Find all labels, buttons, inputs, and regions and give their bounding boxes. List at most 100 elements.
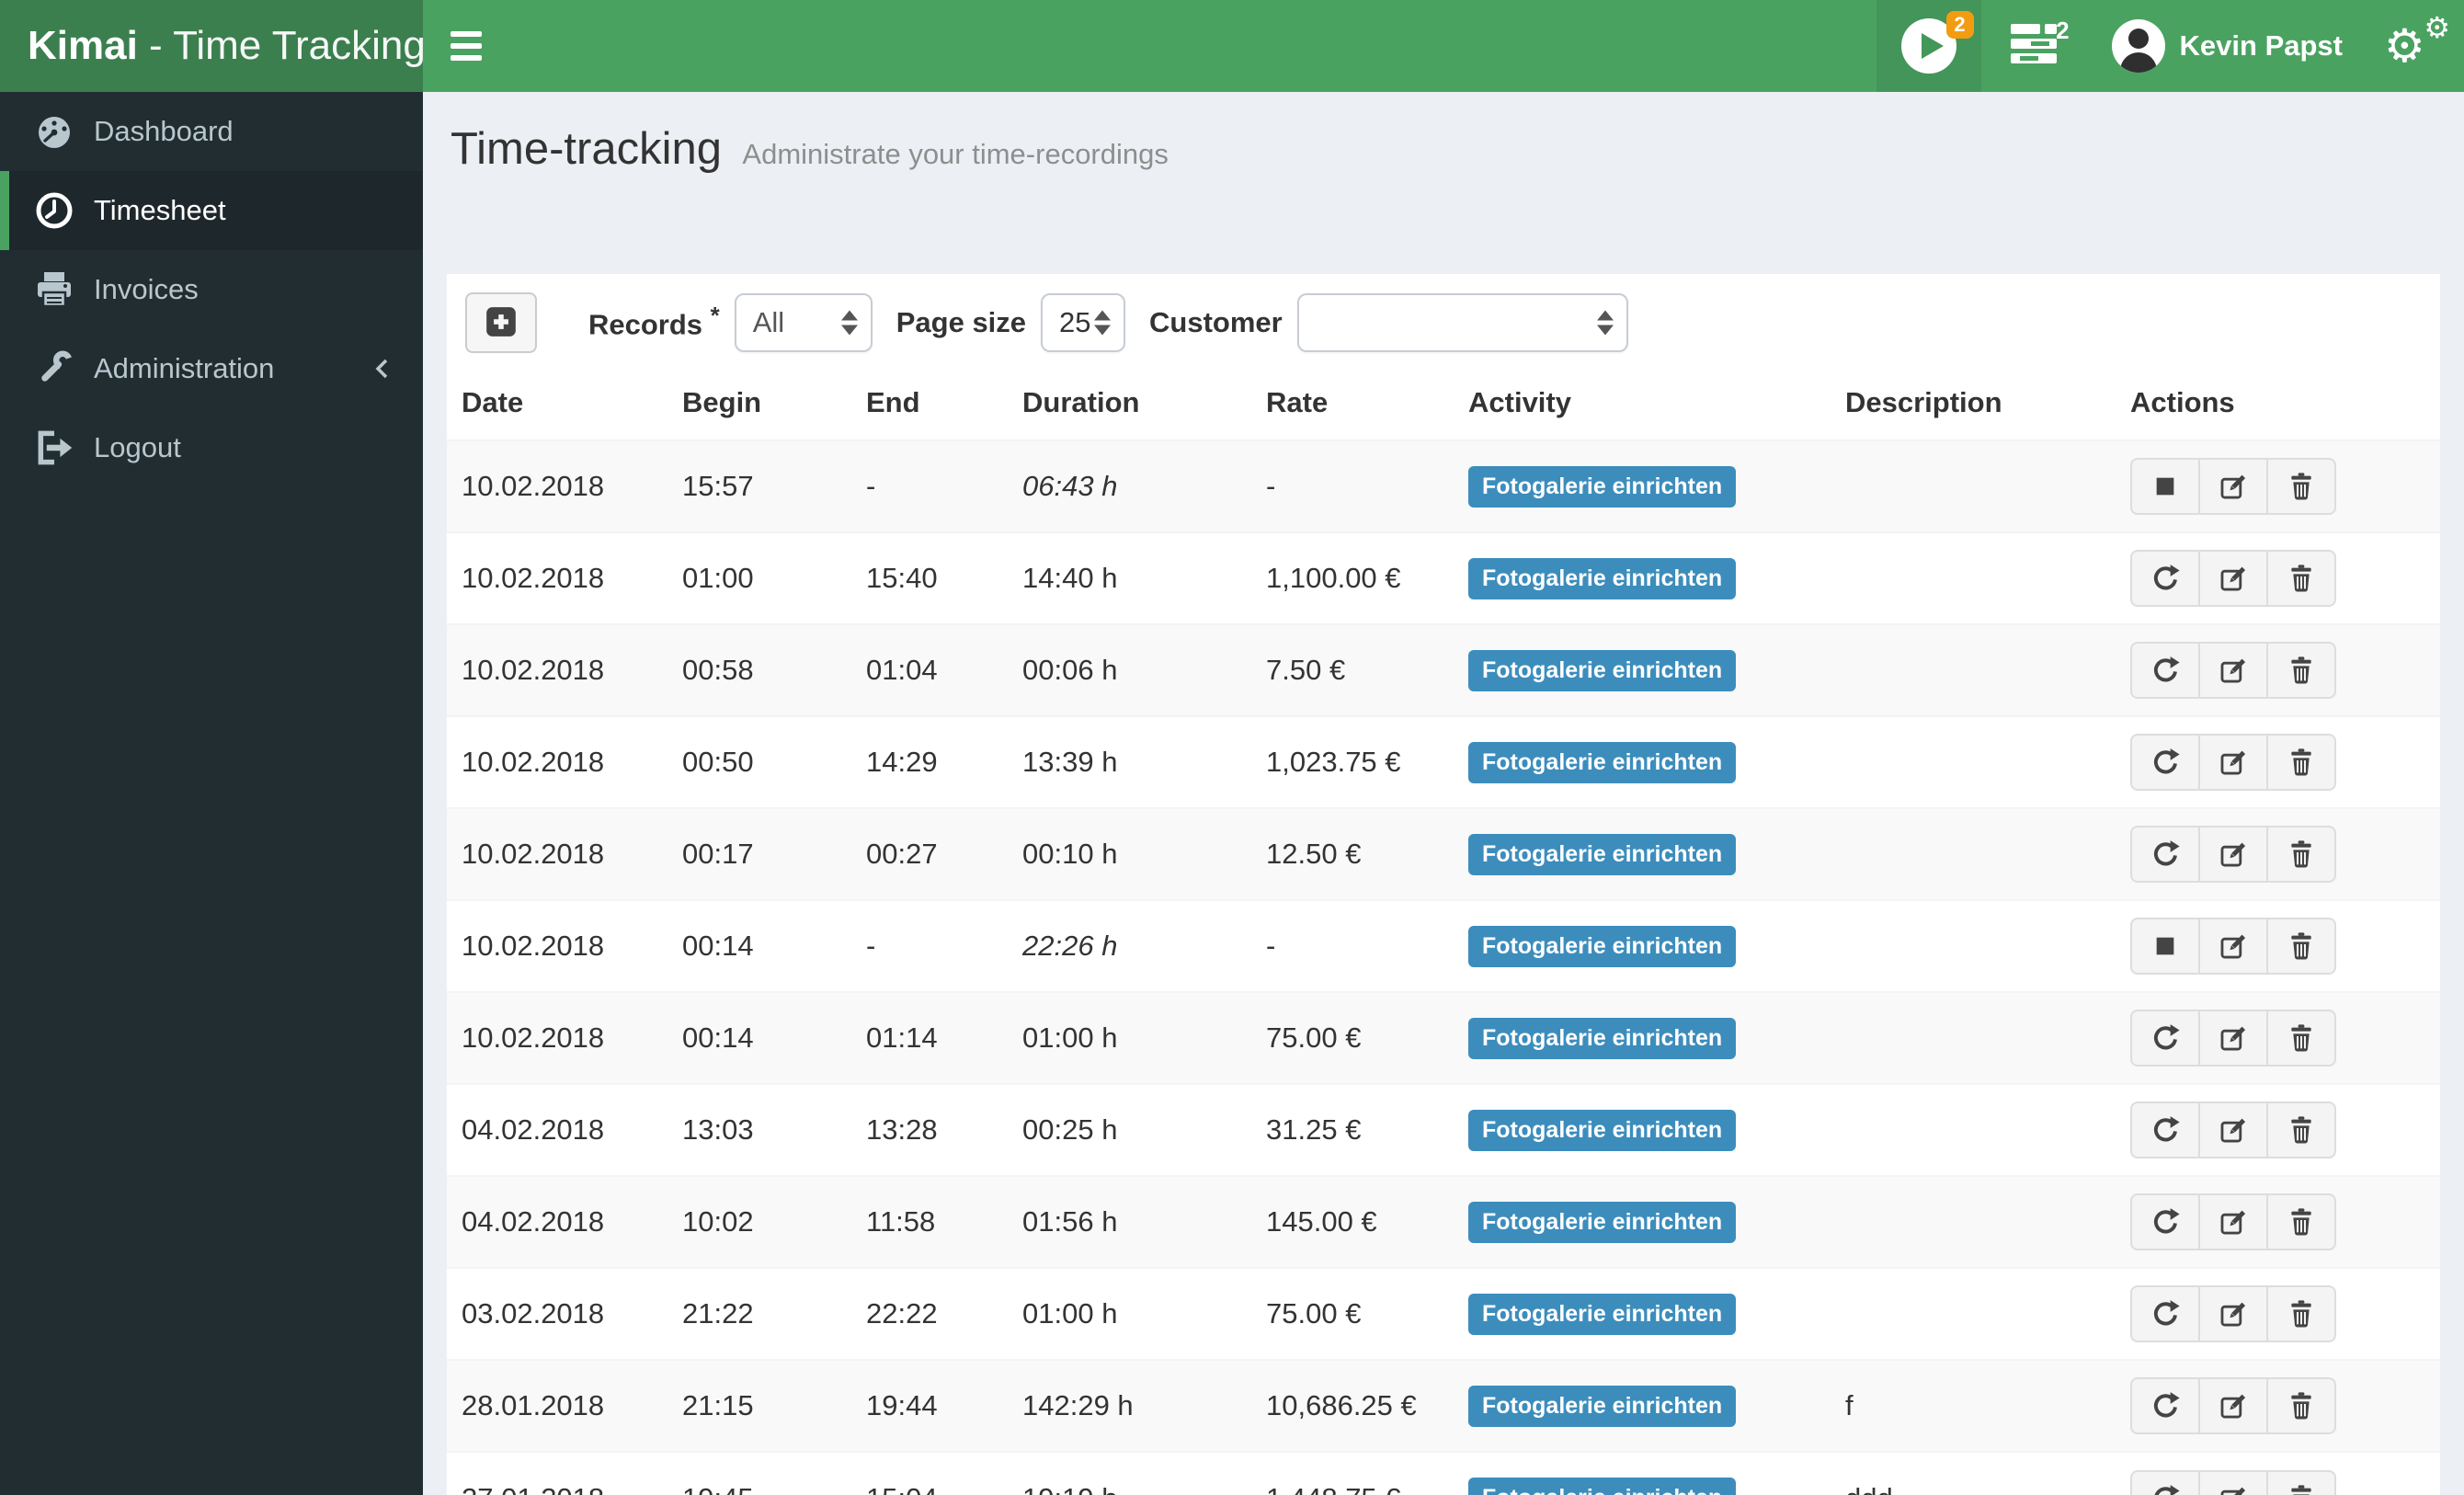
running-timers-badge: 2 [1945, 11, 1974, 39]
records-filter-value: All [752, 306, 785, 338]
activity-badge[interactable]: Fotogalerie einrichten [1468, 649, 1737, 691]
sidebar-item-label: Logout [94, 431, 181, 463]
cell-end: 01:14 [866, 1021, 938, 1054]
stop-button[interactable] [2130, 918, 2200, 975]
restart-button[interactable] [2130, 1285, 2200, 1342]
activity-badge[interactable]: Fotogalerie einrichten [1468, 1017, 1737, 1059]
delete-button[interactable] [2266, 1010, 2336, 1067]
customer-select[interactable] [1296, 293, 1628, 352]
add-record-button[interactable] [465, 292, 537, 353]
cell-description [1831, 624, 2116, 716]
cell-duration: 01:00 h [1022, 1021, 1118, 1054]
activity-badge[interactable]: Fotogalerie einrichten [1468, 1109, 1737, 1151]
restart-button[interactable] [2130, 642, 2200, 699]
sidebar-item-timesheet[interactable]: Timesheet [0, 171, 423, 250]
activity-badge[interactable]: Fotogalerie einrichten [1468, 1478, 1737, 1495]
trash-icon [2298, 840, 2305, 844]
cell-description [1831, 532, 2116, 624]
activity-badge[interactable]: Fotogalerie einrichten [1468, 465, 1737, 508]
restart-button[interactable] [2130, 1101, 2200, 1158]
cell-begin: 15:57 [682, 470, 754, 502]
edit-button[interactable] [2198, 458, 2268, 515]
delete-button[interactable] [2266, 642, 2336, 699]
timesheet-row: 03.02.2018 21:22 22:22 01:00 h 75.00 € F… [447, 1268, 2440, 1360]
cell-end: 14:29 [866, 746, 938, 778]
timesheet-row: 10.02.2018 00:50 14:29 13:39 h 1,023.75 … [447, 716, 2440, 808]
cell-date: 10.02.2018 [462, 930, 605, 962]
row-actions [2130, 1285, 2336, 1342]
sidebar-item-logout[interactable]: Logout [0, 408, 423, 487]
column-header-description: Description [1831, 362, 2116, 441]
delete-button[interactable] [2266, 550, 2336, 607]
edit-button[interactable] [2198, 734, 2268, 791]
delete-button[interactable] [2266, 1469, 2336, 1495]
edit-button[interactable] [2198, 918, 2268, 975]
select-caret-icon [840, 310, 858, 336]
page-subtitle: Administrate your time-recordings [742, 138, 1169, 170]
delete-button[interactable] [2266, 734, 2336, 791]
delete-button[interactable] [2266, 1101, 2336, 1158]
delete-button[interactable] [2266, 1193, 2336, 1250]
tasks-menu[interactable]: 2 [1981, 0, 2086, 92]
edit-button[interactable] [2198, 1469, 2268, 1495]
activity-badge[interactable]: Fotogalerie einrichten [1468, 1293, 1737, 1335]
cell-rate: - [1266, 470, 1276, 502]
cell-description [1831, 900, 2116, 992]
stop-button[interactable] [2130, 458, 2200, 515]
clock-icon [33, 190, 75, 231]
delete-button[interactable] [2266, 458, 2336, 515]
restart-button[interactable] [2130, 550, 2200, 607]
edit-button[interactable] [2198, 1010, 2268, 1067]
page-size-select[interactable]: 25 [1041, 293, 1126, 352]
trash-icon [2298, 748, 2305, 752]
user-menu[interactable]: Kevin Papst [2086, 0, 2368, 92]
delete-button[interactable] [2266, 826, 2336, 883]
edit-button[interactable] [2198, 1285, 2268, 1342]
row-actions [2130, 1193, 2336, 1250]
cell-begin: 19:45 [667, 1452, 851, 1495]
timesheet-row: 28.01.2018 21:15 19:44 142:29 h 10,686.2… [447, 1360, 2440, 1452]
records-filter-select[interactable]: All [734, 293, 873, 352]
activity-badge[interactable]: Fotogalerie einrichten [1468, 557, 1737, 599]
app-logo[interactable]: Kimai - Time Tracking [0, 0, 426, 92]
timesheet-row: 10.02.2018 00:58 01:04 00:06 h 7.50 € Fo… [447, 624, 2440, 716]
activity-badge[interactable]: Fotogalerie einrichten [1468, 1385, 1737, 1427]
sidebar-item-dashboard[interactable]: Dashboard [0, 92, 423, 171]
running-timers-menu[interactable]: 2 [1876, 0, 1981, 92]
delete-button[interactable] [2266, 1285, 2336, 1342]
edit-button[interactable] [2198, 550, 2268, 607]
delete-button[interactable] [2266, 918, 2336, 975]
edit-button[interactable] [2198, 642, 2268, 699]
activity-badge[interactable]: Fotogalerie einrichten [1468, 1201, 1737, 1243]
activity-badge[interactable]: Fotogalerie einrichten [1468, 833, 1737, 875]
edit-button[interactable] [2198, 1377, 2268, 1434]
restart-button[interactable] [2130, 1377, 2200, 1434]
timesheet-row: 04.02.2018 13:03 13:28 00:25 h 31.25 € F… [447, 1084, 2440, 1176]
cell-begin: 21:15 [682, 1389, 754, 1421]
trash-icon [2298, 565, 2305, 568]
cell-date: 10.02.2018 [462, 746, 605, 778]
restart-button[interactable] [2130, 826, 2200, 883]
cell-activity: Fotogalerie einrichten [1454, 808, 1831, 900]
timesheet-row: 10.02.2018 00:17 00:27 00:10 h 12.50 € F… [447, 808, 2440, 900]
cell-duration: 00:25 h [1022, 1113, 1118, 1146]
edit-button[interactable] [2198, 1193, 2268, 1250]
restart-button[interactable] [2130, 734, 2200, 791]
cell-date: 10.02.2018 [462, 562, 605, 594]
activity-badge[interactable]: Fotogalerie einrichten [1468, 741, 1737, 783]
cell-rate: 31.25 € [1266, 1113, 1362, 1146]
restart-button[interactable] [2130, 1010, 2200, 1067]
sidebar-toggle-button[interactable] [451, 0, 524, 92]
sidebar-item-invoices[interactable]: Invoices [0, 250, 423, 329]
edit-button[interactable] [2198, 826, 2268, 883]
settings-menu[interactable]: ⚙ ⚙ [2368, 0, 2464, 92]
restart-button[interactable] [2130, 1193, 2200, 1250]
column-header-begin: Begin [667, 362, 851, 441]
activity-badge[interactable]: Fotogalerie einrichten [1468, 925, 1737, 967]
delete-button[interactable] [2266, 1377, 2336, 1434]
edit-button[interactable] [2198, 1101, 2268, 1158]
sidebar-item-administration[interactable]: Administration [0, 329, 423, 408]
cell-actions [2116, 440, 2440, 532]
cell-duration: 01:00 h [1022, 1297, 1118, 1330]
restart-button[interactable] [2130, 1469, 2200, 1495]
